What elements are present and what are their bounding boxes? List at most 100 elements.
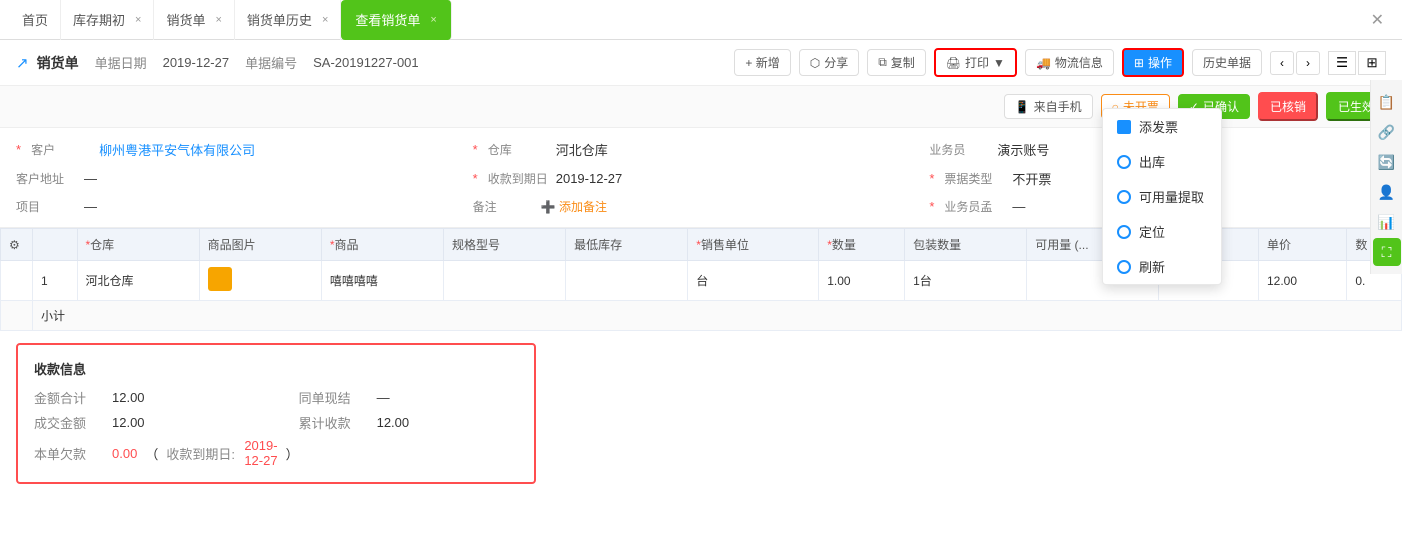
- cell-index: 1: [33, 261, 78, 301]
- warehouse-required-star: *: [473, 142, 478, 157]
- sold-button[interactable]: 已核销: [1258, 92, 1318, 121]
- tab-sales-close[interactable]: ×: [215, 14, 221, 26]
- th-min-stock: 最低库存: [566, 229, 688, 261]
- tab-view-sales-close[interactable]: ×: [430, 14, 436, 26]
- refresh-icon: [1117, 260, 1131, 274]
- customer-required-star: *: [16, 142, 21, 157]
- customer-field: * 客户 柳州粤港平安气体有限公司: [16, 140, 473, 159]
- history-label: 历史单据: [1203, 54, 1251, 71]
- outbound-label: 出库: [1139, 152, 1165, 171]
- tab-inventory-init[interactable]: 库存期初 ×: [61, 0, 154, 40]
- list-view-button[interactable]: ☰: [1328, 51, 1356, 75]
- dropdown-refresh[interactable]: 刷新: [1103, 249, 1221, 284]
- due-date-text: 收款到期日:: [166, 444, 236, 463]
- operation-icon: ⊞: [1134, 56, 1144, 70]
- dropdown-add-invoice[interactable]: 添发票: [1103, 109, 1221, 144]
- add-invoice-label: 添发票: [1139, 117, 1178, 136]
- cumulative-collection-row: 累计收款 12.00: [299, 413, 518, 432]
- tab-sales-order[interactable]: 销货单 ×: [154, 0, 234, 40]
- locate-icon: [1117, 225, 1131, 239]
- transaction-amount-row: 成交金额 12.00: [34, 413, 299, 432]
- payment-date-required-star: *: [473, 171, 478, 186]
- dropdown-available-qty[interactable]: 可用量提取: [1103, 179, 1221, 214]
- doc-meta: 单据日期 2019-12-27 单据编号 SA-20191227-001: [95, 53, 419, 72]
- print-chevron: ▼: [993, 56, 1005, 70]
- print-button[interactable]: 🖨 打印 ▼: [934, 48, 1017, 77]
- project-field: 项目 —: [16, 198, 473, 215]
- project-value: —: [84, 199, 97, 214]
- customer-label: 客户: [31, 141, 91, 158]
- operation-button[interactable]: ⊞ 操作: [1122, 48, 1184, 77]
- salesperson-label: 业务员孟: [944, 198, 1004, 215]
- sidebar-link-button[interactable]: 🔗: [1373, 118, 1401, 146]
- staff-label: 业务员: [929, 141, 989, 158]
- cell-unit-price: 12.00: [1259, 261, 1347, 301]
- date-label: 单据日期: [95, 53, 147, 72]
- dropdown-locate[interactable]: 定位: [1103, 214, 1221, 249]
- from-phone-label: 来自手机: [1034, 98, 1082, 115]
- tab-history-close[interactable]: ×: [322, 14, 328, 26]
- sidebar-refresh-button[interactable]: 🔄: [1373, 148, 1401, 176]
- payment-grid: 金额合计 12.00 同单现结 — 成交金额 12.00 累计收款 12.00 …: [34, 388, 518, 468]
- payment-date-value: 2019-12-27: [556, 171, 623, 186]
- window-close-button[interactable]: ✕: [1363, 10, 1392, 30]
- address-field: 客户地址 —: [16, 169, 473, 188]
- th-product-img: 商品图片: [199, 229, 321, 261]
- logistics-label: 物流信息: [1055, 54, 1103, 71]
- tab-inventory-close[interactable]: ×: [135, 14, 141, 26]
- history-button[interactable]: 历史单据: [1192, 49, 1262, 76]
- subtotal-row: 小计: [1, 301, 1402, 331]
- sidebar-expand-button[interactable]: ⛶: [1373, 238, 1401, 266]
- right-sidebar: 📋 🔗 🔄 👤 📊 ⛶: [1370, 80, 1402, 274]
- next-arrow[interactable]: ›: [1296, 51, 1320, 75]
- subtotal-label: 小计: [33, 301, 1402, 331]
- add-note-button[interactable]: ➕ 添加备注: [541, 198, 607, 215]
- copy-icon: ⧉: [878, 55, 887, 70]
- th-sales-unit: *销售单位: [688, 229, 819, 261]
- logistics-button[interactable]: 🚚 物流信息: [1025, 49, 1114, 76]
- tab-view-sales[interactable]: 查看销货单 ×: [341, 0, 451, 40]
- doc-actions: + 新增 ⬡ 分享 ⧉ 复制 🖨 打印 ▼ 🚚 物流信息 ⊞ 操作: [734, 48, 1386, 77]
- new-button[interactable]: + 新增: [734, 49, 790, 76]
- from-phone-button[interactable]: 📱 来自手机: [1004, 94, 1093, 119]
- available-qty-label: 可用量提取: [1139, 187, 1204, 206]
- outbound-icon: [1117, 155, 1131, 169]
- doc-title-area: ↗ 销货单: [16, 53, 79, 73]
- customer-value[interactable]: 柳州粤港平安气体有限公司: [99, 140, 255, 159]
- th-warehouse: *仓库: [77, 229, 199, 261]
- tab-home[interactable]: 首页: [10, 0, 61, 40]
- share-button[interactable]: ⬡ 分享: [799, 49, 860, 76]
- tab-bar: 首页 库存期初 × 销货单 × 销货单历史 × 查看销货单 × ✕: [0, 0, 1402, 40]
- doc-type-label: 销货单: [37, 53, 79, 73]
- copy-button[interactable]: ⧉ 复制: [867, 49, 926, 76]
- prev-arrow[interactable]: ‹: [1270, 51, 1294, 75]
- tab-sales-history[interactable]: 销货单历史 ×: [235, 0, 341, 40]
- product-image: [208, 267, 232, 291]
- notes-label: 备注: [473, 198, 533, 215]
- view-toggle: ☰ ⊞: [1328, 51, 1386, 75]
- cell-spec: [443, 261, 565, 301]
- sidebar-notes-button[interactable]: 📋: [1373, 88, 1401, 116]
- invoice-label: 票据类型: [944, 170, 1004, 187]
- th-unit-price: 单价: [1259, 229, 1347, 261]
- due-date-close-parens: ）: [286, 444, 299, 463]
- current-arrears-value: 0.00: [112, 446, 137, 461]
- sidebar-chart-button[interactable]: 📊: [1373, 208, 1401, 236]
- locate-label: 定位: [1139, 222, 1165, 241]
- sidebar-user-button[interactable]: 👤: [1373, 178, 1401, 206]
- copy-label: 复制: [891, 54, 915, 71]
- cumulative-collection-label: 累计收款: [299, 413, 369, 432]
- grid-view-button[interactable]: ⊞: [1358, 51, 1386, 75]
- operation-label: 操作: [1148, 54, 1172, 71]
- dropdown-outbound[interactable]: 出库: [1103, 144, 1221, 179]
- due-date-value: 2019-12-27: [244, 438, 277, 468]
- doc-header: ↗ 销货单 单据日期 2019-12-27 单据编号 SA-20191227-0…: [0, 40, 1402, 86]
- number-value: SA-20191227-001: [313, 55, 419, 70]
- invoice-required-star: *: [929, 171, 934, 186]
- cell-product: 嘻嘻嘻嘻: [321, 261, 443, 301]
- cell-product-img: [199, 261, 321, 301]
- th-spec: 规格型号: [443, 229, 565, 261]
- due-date-parens: （: [145, 444, 158, 463]
- subtotal-gear: [1, 301, 33, 331]
- number-label: 单据编号: [245, 53, 297, 72]
